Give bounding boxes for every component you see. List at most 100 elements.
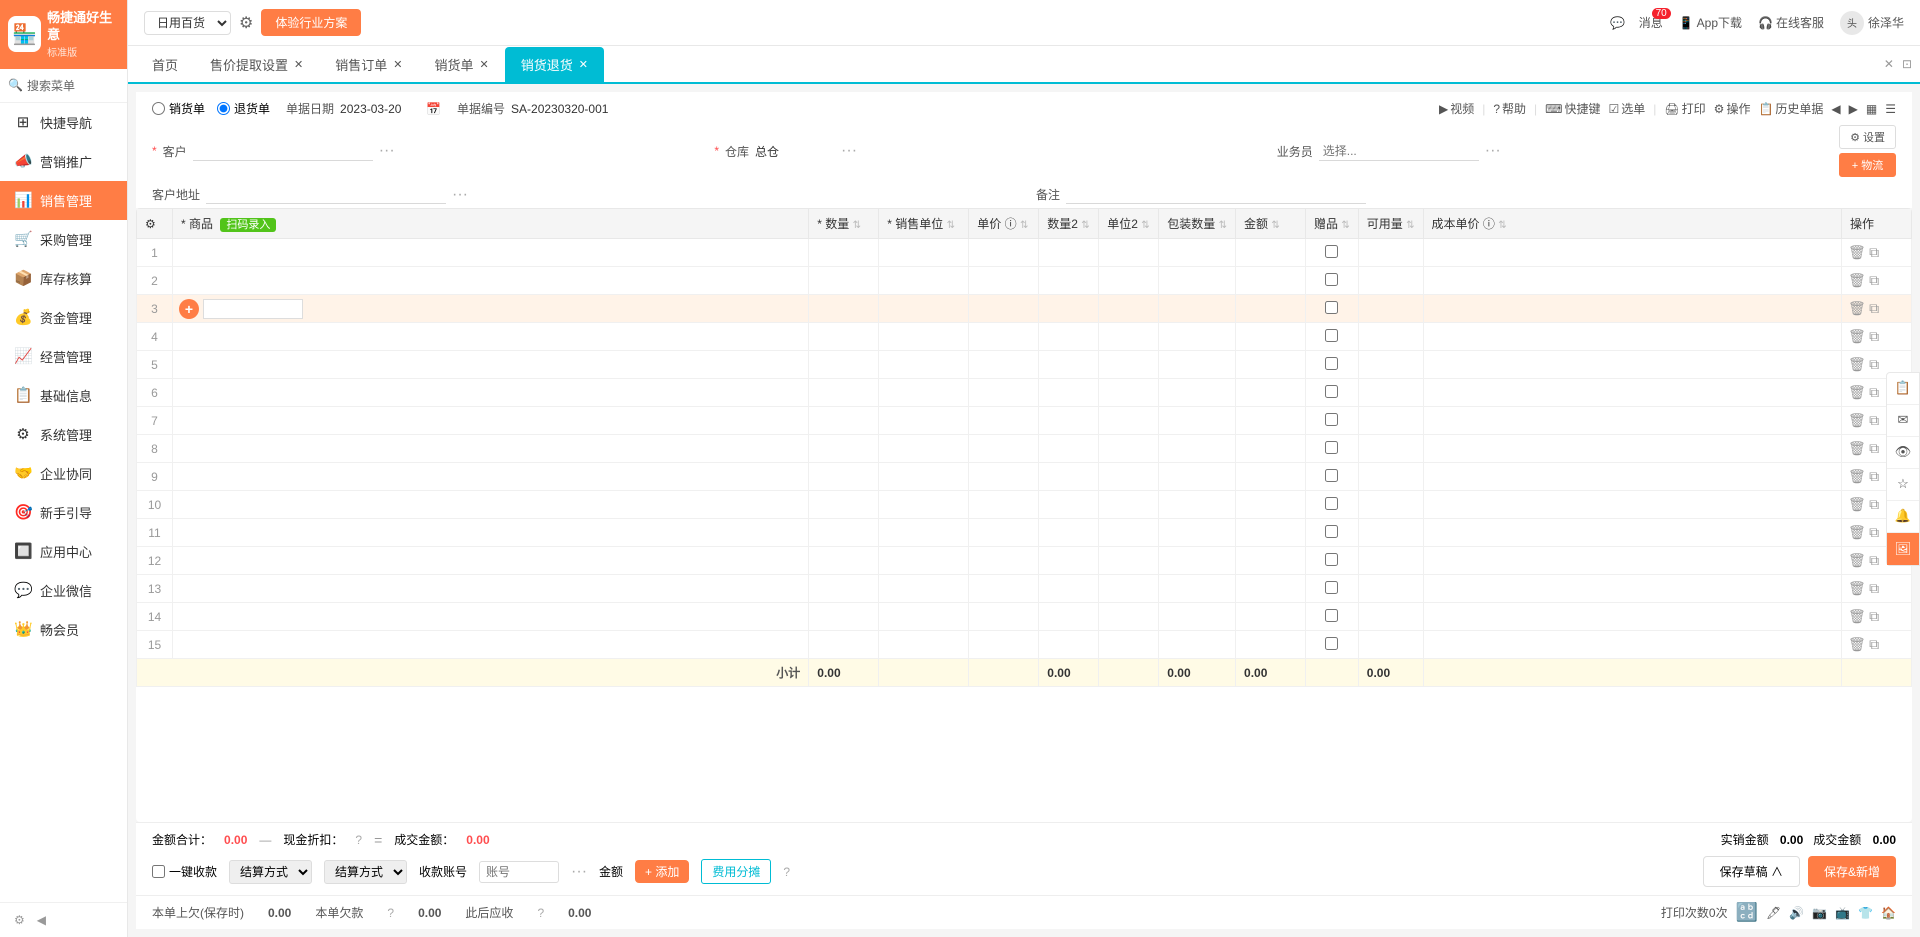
copy-icon[interactable]: ⧉ <box>1869 244 1879 260</box>
gift-cell[interactable] <box>1306 631 1359 659</box>
delete-icon[interactable]: 🗑 <box>1848 552 1866 568</box>
qty2-sort-icon[interactable]: ⇅ <box>1081 220 1089 231</box>
add-row-btn[interactable]: + <box>179 299 199 319</box>
unit2-cell[interactable] <box>1099 463 1159 491</box>
pkg-qty-cell[interactable] <box>1159 631 1236 659</box>
qty2-cell[interactable] <box>1039 239 1099 267</box>
settings-button[interactable]: ⚙ 设置 <box>1839 125 1896 149</box>
amount-cell[interactable] <box>1236 239 1306 267</box>
unit2-cell[interactable] <box>1099 351 1159 379</box>
gift-checkbox[interactable] <box>1325 385 1338 398</box>
price-cell[interactable] <box>969 351 1039 379</box>
staff-input[interactable] <box>1319 142 1479 161</box>
unit-cell[interactable] <box>879 547 969 575</box>
sidebar-item-system[interactable]: ⚙ 系统管理 <box>0 415 127 454</box>
cost-price-cell[interactable] <box>1423 547 1841 575</box>
gift-cell[interactable] <box>1306 239 1359 267</box>
customer-more-icon[interactable]: ··· <box>379 142 395 160</box>
pkg-qty-cell[interactable] <box>1159 519 1236 547</box>
cost-price-cell[interactable] <box>1423 379 1841 407</box>
unit2-cell[interactable] <box>1099 575 1159 603</box>
copy-icon[interactable]: ⧉ <box>1869 356 1879 372</box>
unit-cell[interactable] <box>879 351 969 379</box>
tab-sales-return-close[interactable]: ✕ <box>579 58 588 71</box>
cost-price-cell[interactable] <box>1423 407 1841 435</box>
qty2-cell[interactable] <box>1039 407 1099 435</box>
unit2-cell[interactable] <box>1099 379 1159 407</box>
gift-checkbox[interactable] <box>1325 357 1338 370</box>
qty2-cell[interactable] <box>1039 491 1099 519</box>
unit-cell[interactable] <box>879 379 969 407</box>
product-cell[interactable] <box>173 519 809 547</box>
toolbar-icon-3[interactable]: 📷 <box>1812 906 1827 920</box>
radio-return[interactable] <box>217 102 230 115</box>
delete-icon[interactable]: 🗑 <box>1848 384 1866 400</box>
sidebar-item-marketing[interactable]: 📣 营销推广 <box>0 142 127 181</box>
price-cell[interactable] <box>969 379 1039 407</box>
right-btn-6[interactable]: 🖼 <box>1887 533 1919 565</box>
tab-sales-delivery[interactable]: 销货单 ✕ <box>418 47 504 84</box>
qty2-cell[interactable] <box>1039 519 1099 547</box>
fee-help-icon[interactable]: ? <box>783 865 790 879</box>
user-info[interactable]: 头 徐泽华 <box>1840 11 1904 35</box>
qty-cell[interactable] <box>809 631 879 659</box>
delete-icon[interactable]: 🗑 <box>1848 244 1866 260</box>
pkg-qty-cell[interactable] <box>1159 295 1236 323</box>
toolbar-history[interactable]: 📋 历史单据 <box>1758 100 1823 117</box>
qty-cell[interactable] <box>809 491 879 519</box>
qty-cell[interactable] <box>809 463 879 491</box>
cost-price-cell[interactable] <box>1423 239 1841 267</box>
amount-cell[interactable] <box>1236 519 1306 547</box>
delete-icon[interactable]: 🗑 <box>1848 300 1866 316</box>
delete-icon[interactable]: 🗑 <box>1848 468 1866 484</box>
unit2-cell[interactable] <box>1099 323 1159 351</box>
unit-cell[interactable] <box>879 463 969 491</box>
qty-cell[interactable] <box>809 351 879 379</box>
window-close-icon[interactable]: ✕ <box>1884 57 1894 71</box>
qty-cell[interactable] <box>809 435 879 463</box>
toolbar-help[interactable]: ? 帮助 <box>1493 100 1526 117</box>
sidebar-item-quick-nav[interactable]: ⊞ 快捷导航 <box>0 103 127 142</box>
toolbar-operation[interactable]: ⚙ 操作 <box>1714 100 1751 117</box>
available-cell[interactable] <box>1358 295 1423 323</box>
product-input[interactable] <box>203 299 303 319</box>
pkg-qty-cell[interactable] <box>1159 323 1236 351</box>
calendar-icon[interactable]: 📅 <box>426 102 441 116</box>
calc-method-select[interactable]: 结算方式 <box>324 860 407 884</box>
qty2-cell[interactable] <box>1039 323 1099 351</box>
unit-cell[interactable] <box>879 519 969 547</box>
price-cell[interactable] <box>969 435 1039 463</box>
available-cell[interactable] <box>1358 239 1423 267</box>
table-gear-icon[interactable]: ⚙ <box>145 217 156 231</box>
sidebar-item-enterprise[interactable]: 🤝 企业协同 <box>0 454 127 493</box>
copy-icon[interactable]: ⧉ <box>1869 524 1879 540</box>
gift-checkbox[interactable] <box>1325 637 1338 650</box>
gift-cell[interactable] <box>1306 407 1359 435</box>
sidebar-item-finance[interactable]: 💰 资金管理 <box>0 298 127 337</box>
right-btn-3[interactable]: 👁 <box>1887 437 1919 469</box>
available-cell[interactable] <box>1358 323 1423 351</box>
price-cell[interactable] <box>969 407 1039 435</box>
product-cell[interactable] <box>173 379 809 407</box>
unit2-cell[interactable] <box>1099 267 1159 295</box>
toolbar-list-view[interactable]: ☰ <box>1885 102 1896 116</box>
topbar-gear-icon[interactable]: ⚙ <box>239 13 253 33</box>
price-cell[interactable] <box>969 267 1039 295</box>
fee-split-button[interactable]: 费用分摊 <box>701 859 771 884</box>
unit2-cell[interactable] <box>1099 295 1159 323</box>
logistics-button[interactable]: + 物流 <box>1839 153 1896 177</box>
gift-cell[interactable] <box>1306 267 1359 295</box>
amount-sort-icon[interactable]: ⇅ <box>1271 220 1279 231</box>
one-click-checkbox[interactable] <box>152 865 165 878</box>
product-cell[interactable] <box>173 547 809 575</box>
right-btn-2[interactable]: ✉ <box>1887 405 1919 437</box>
product-cell[interactable] <box>173 575 809 603</box>
gift-cell[interactable] <box>1306 603 1359 631</box>
copy-icon[interactable]: ⧉ <box>1869 412 1879 428</box>
qty-cell[interactable] <box>809 295 879 323</box>
amount-cell[interactable] <box>1236 323 1306 351</box>
sidebar-item-basic[interactable]: 📋 基础信息 <box>0 376 127 415</box>
tab-sales-return[interactable]: 销货退货 ✕ <box>505 47 604 84</box>
cost-price-cell[interactable] <box>1423 267 1841 295</box>
amount-cell[interactable] <box>1236 295 1306 323</box>
